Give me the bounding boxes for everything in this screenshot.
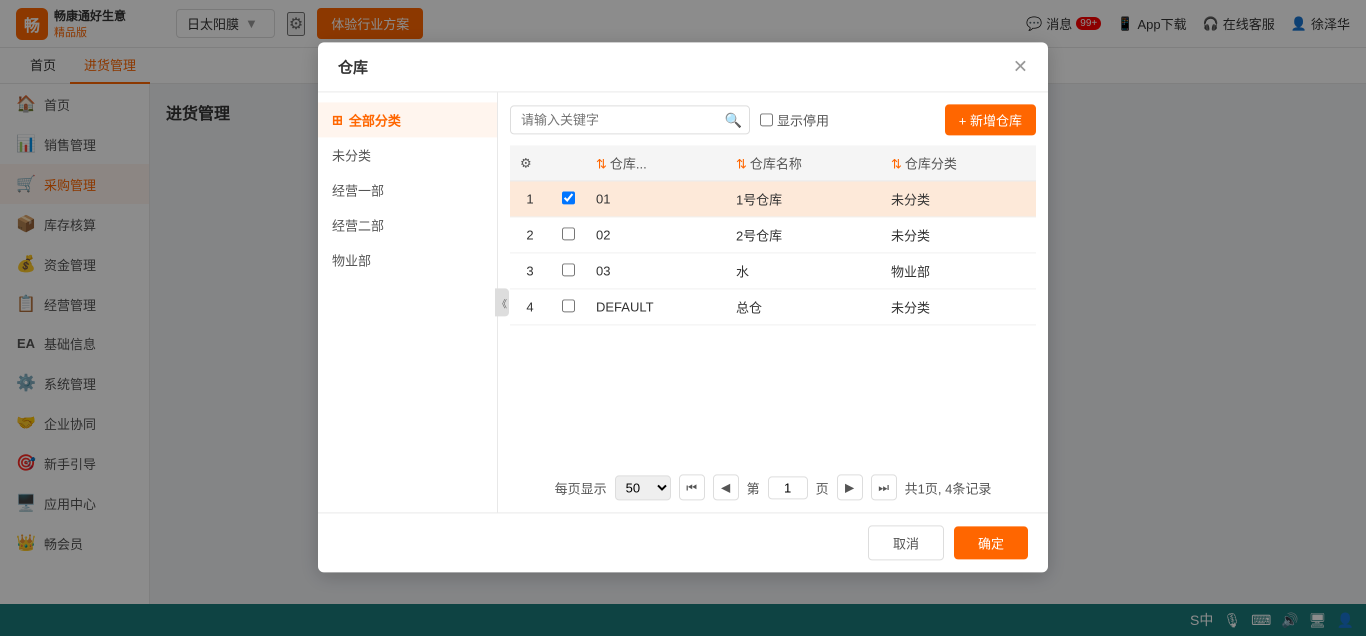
row-name: 2号仓库 <box>726 217 881 253</box>
page-total: 共1页, 4条记录 <box>905 478 992 497</box>
search-icon[interactable]: 🔍 <box>725 111 742 128</box>
table-row[interactable]: 2 02 2号仓库 未分类 <box>510 217 1036 253</box>
row-category: 物业部 <box>881 253 1036 289</box>
row-checkbox[interactable] <box>562 227 575 240</box>
next-page-button[interactable]: ▶ <box>837 474 863 500</box>
row-code: DEFAULT <box>586 289 726 325</box>
row-name: 总仓 <box>726 289 881 325</box>
page-number-input[interactable] <box>768 476 808 499</box>
category-all-item[interactable]: ⊞ 全部分类 <box>318 102 497 137</box>
table-body: 1 01 1号仓库 未分类 2 02 2号仓库 未分类 3 <box>510 181 1036 325</box>
row-checkbox[interactable] <box>562 191 575 204</box>
row-code: 03 <box>586 253 726 289</box>
modal-body: ⊞ 全部分类 未分类 经营一部 经营二部 物业部 《 🔍 显示停用 + 新增仓库 <box>318 92 1048 512</box>
per-page-label: 每页显示 <box>555 478 607 497</box>
warehouse-modal: 仓库 ✕ ⊞ 全部分类 未分类 经营一部 经营二部 物业部 《 🔍 <box>318 42 1048 572</box>
last-page-button[interactable]: ⏭ <box>871 474 897 500</box>
per-page-select[interactable]: 50 100 200 <box>615 475 671 500</box>
th-name: ⇅仓库名称 <box>726 145 881 181</box>
search-input-wrap: 🔍 <box>510 105 750 134</box>
category-item-property[interactable]: 物业部 <box>318 242 497 277</box>
row-category: 未分类 <box>881 181 1036 217</box>
th-code: ⇅仓库... <box>586 145 726 181</box>
category-item-op2[interactable]: 经营二部 <box>318 207 497 242</box>
show-disabled-label[interactable]: 显示停用 <box>760 110 829 129</box>
row-name: 1号仓库 <box>726 181 881 217</box>
row-code: 02 <box>586 217 726 253</box>
row-category: 未分类 <box>881 217 1036 253</box>
modal-title: 仓库 <box>338 56 368 77</box>
table-row[interactable]: 4 DEFAULT 总仓 未分类 <box>510 289 1036 325</box>
confirm-button[interactable]: 确定 <box>954 526 1028 559</box>
table-row[interactable]: 1 01 1号仓库 未分类 <box>510 181 1036 217</box>
table-toolbar: 🔍 显示停用 + 新增仓库 <box>510 104 1036 135</box>
table-row[interactable]: 3 03 水 物业部 <box>510 253 1036 289</box>
row-checkbox-cell[interactable] <box>550 253 586 289</box>
warehouse-table: ⚙ ⇅仓库... ⇅仓库名称 ⇅仓库分类 1 01 1号仓库 未分类 <box>510 145 1036 325</box>
row-name: 水 <box>726 253 881 289</box>
table-panel: 🔍 显示停用 + 新增仓库 ⚙ ⇅仓库... ⇅仓库名称 ⇅仓库分类 <box>498 92 1048 512</box>
row-checkbox[interactable] <box>562 263 575 276</box>
row-num: 4 <box>510 289 550 325</box>
search-input[interactable] <box>510 105 750 134</box>
category-item-op1[interactable]: 经营一部 <box>318 172 497 207</box>
cancel-button[interactable]: 取消 <box>868 525 944 560</box>
add-warehouse-button[interactable]: + 新增仓库 <box>945 104 1036 135</box>
modal-footer: 取消 确定 <box>318 512 1048 572</box>
row-checkbox[interactable] <box>562 299 575 312</box>
th-check <box>550 145 586 181</box>
pagination-row: 每页显示 50 100 200 ⏮ ◀ 第 页 ▶ ⏭ 共1页, 4条记录 <box>510 462 1036 500</box>
row-checkbox-cell[interactable] <box>550 181 586 217</box>
table-header: ⚙ ⇅仓库... ⇅仓库名称 ⇅仓库分类 <box>510 145 1036 181</box>
grid-icon: ⊞ <box>332 112 343 128</box>
show-disabled-checkbox[interactable] <box>760 113 773 126</box>
modal-header: 仓库 ✕ <box>318 42 1048 92</box>
row-category: 未分类 <box>881 289 1036 325</box>
row-checkbox-cell[interactable] <box>550 217 586 253</box>
row-code: 01 <box>586 181 726 217</box>
first-page-button[interactable]: ⏮ <box>679 474 705 500</box>
row-num: 3 <box>510 253 550 289</box>
modal-close-button[interactable]: ✕ <box>1013 56 1028 77</box>
collapse-panel-button[interactable]: 《 <box>495 288 509 316</box>
category-all-label: 全部分类 <box>349 110 401 129</box>
th-category: ⇅仓库分类 <box>881 145 1036 181</box>
prev-page-button[interactable]: ◀ <box>713 474 739 500</box>
row-num: 1 <box>510 181 550 217</box>
page-suffix: 页 <box>816 478 829 497</box>
th-gear: ⚙ <box>510 145 550 181</box>
row-num: 2 <box>510 217 550 253</box>
category-panel: ⊞ 全部分类 未分类 经营一部 经营二部 物业部 《 <box>318 92 498 512</box>
row-checkbox-cell[interactable] <box>550 289 586 325</box>
show-disabled-text: 显示停用 <box>777 110 829 129</box>
page-label-text: 第 <box>747 478 760 497</box>
category-item-none[interactable]: 未分类 <box>318 137 497 172</box>
